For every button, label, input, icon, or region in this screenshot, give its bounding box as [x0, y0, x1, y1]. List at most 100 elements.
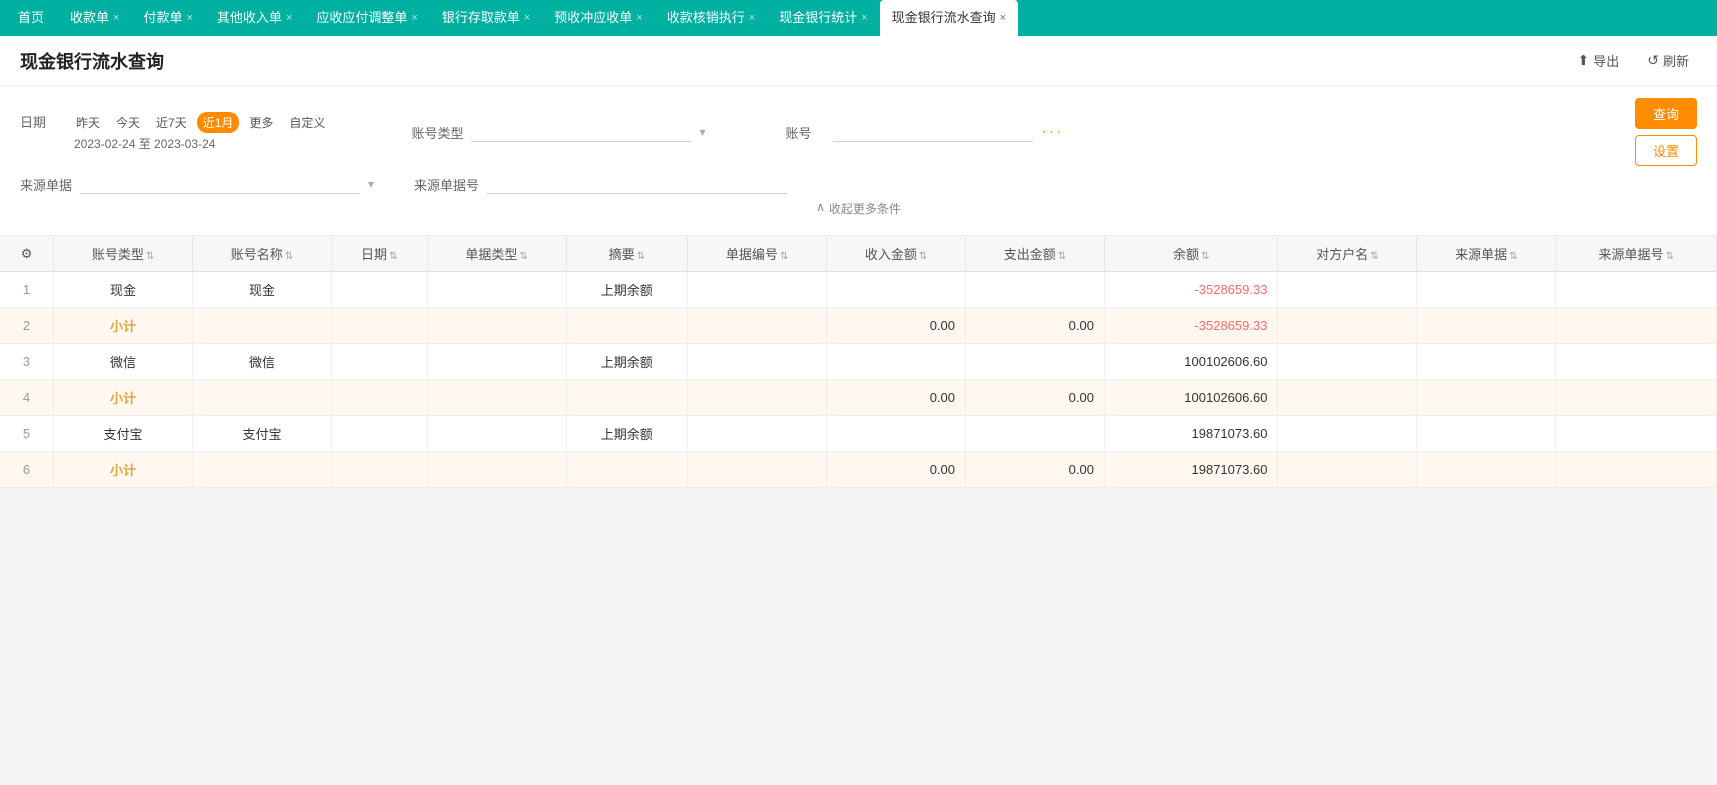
col-source-doc-no[interactable]: 来源单据号⇅ [1556, 236, 1717, 272]
sort-icon: ⇅ [146, 251, 154, 262]
row-number: 4 [0, 380, 54, 416]
page-header: 现金银行流水查询 ⬆ 导出 ↺ 刷新 [0, 36, 1717, 86]
sort-icon: ⇅ [1058, 251, 1066, 262]
data-table-container: ⚙ 账号类型⇅ 账号名称⇅ 日期⇅ 单据类型⇅ 摘要⇅ 单据编号 [0, 236, 1717, 488]
date-btn-7days[interactable]: 近7天 [150, 112, 193, 133]
cell-summary: 上期余额 [566, 416, 688, 452]
col-summary[interactable]: 摘要⇅ [566, 236, 688, 272]
gear-icon: ⚙ [21, 246, 33, 261]
cell-doc-no [688, 380, 827, 416]
table-row: 6小计0.000.0019871073.60 [0, 452, 1717, 488]
date-buttons: 昨天 今天 近7天 近1月 更多 自定义 [70, 112, 331, 133]
date-range-display: 2023-02-24 至 2023-03-24 [74, 135, 331, 152]
close-icon[interactable]: × [411, 0, 417, 36]
query-button[interactable]: 查询 [1635, 98, 1697, 129]
account-more-icon[interactable]: ··· [1041, 123, 1063, 141]
col-account-name[interactable]: 账号名称⇅ [193, 236, 332, 272]
row-number: 3 [0, 344, 54, 380]
col-account-type[interactable]: 账号类型⇅ [54, 236, 193, 272]
date-btn-more[interactable]: 更多 [243, 112, 279, 133]
cell-summary: 上期余额 [566, 272, 688, 308]
date-btn-yesterday[interactable]: 昨天 [70, 112, 106, 133]
cell-summary [566, 380, 688, 416]
collapse-icon: ∧ [816, 200, 825, 217]
nav-tab-payments[interactable]: 付款单 × [131, 0, 204, 36]
table-row: 2小计0.000.00-3528659.33 [0, 308, 1717, 344]
account-type-dropdown-icon[interactable]: ▾ [699, 125, 705, 139]
cell-source-doc [1417, 380, 1556, 416]
cell-counterparty [1278, 380, 1417, 416]
close-icon[interactable]: × [113, 0, 119, 36]
col-gear[interactable]: ⚙ [0, 236, 54, 272]
sort-icon: ⇅ [389, 251, 397, 262]
sort-icon: ⇅ [780, 251, 788, 262]
date-btn-custom[interactable]: 自定义 [283, 112, 331, 133]
cell-doc-type [427, 308, 566, 344]
cell-source-doc-no [1556, 416, 1717, 452]
filter-row-2: 来源单据 ▾ 来源单据号 [20, 174, 1697, 194]
nav-tab-receipts[interactable]: 收款单 × [58, 0, 131, 36]
col-doc-no[interactable]: 单据编号⇅ [688, 236, 827, 272]
close-icon[interactable]: × [861, 0, 867, 36]
collapse-bar[interactable]: ∧ 收起更多条件 [20, 194, 1697, 223]
close-icon[interactable]: × [286, 0, 292, 36]
col-balance[interactable]: 余额⇅ [1104, 236, 1278, 272]
cell-balance: -3528659.33 [1104, 272, 1278, 308]
close-icon[interactable]: × [186, 0, 192, 36]
nav-tab-receipt-verify[interactable]: 收款核销执行 × [655, 0, 767, 36]
sort-icon: ⇅ [1201, 251, 1209, 262]
cell-summary: 上期余额 [566, 344, 688, 380]
sort-icon: ⇅ [285, 251, 293, 262]
refresh-button[interactable]: ↺ 刷新 [1639, 47, 1697, 74]
nav-home[interactable]: 首页 [4, 0, 58, 36]
source-doc-number-label: 来源单据号 [414, 175, 479, 194]
cell-income: 0.00 [827, 308, 966, 344]
cell-balance: 100102606.60 [1104, 344, 1278, 380]
nav-tab-other-income[interactable]: 其他收入单 × [205, 0, 304, 36]
cell-counterparty [1278, 344, 1417, 380]
col-date[interactable]: 日期⇅ [331, 236, 427, 272]
row-number: 1 [0, 272, 54, 308]
sort-icon: ⇅ [637, 251, 645, 262]
sort-icon: ⇅ [1509, 251, 1517, 262]
col-expense[interactable]: 支出金额⇅ [966, 236, 1105, 272]
account-type-input[interactable] [471, 122, 691, 142]
cell-doc-no [688, 452, 827, 488]
account-input[interactable] [833, 122, 1033, 142]
top-navigation: 首页 收款单 × 付款单 × 其他收入单 × 应收应付调整单 × 银行存取款单 … [0, 0, 1717, 36]
cell-counterparty [1278, 308, 1417, 344]
col-source-doc[interactable]: 来源单据⇅ [1417, 236, 1556, 272]
nav-tab-cash-stats[interactable]: 现金银行统计 × [767, 0, 879, 36]
source-doc-number-input[interactable] [487, 174, 787, 194]
col-income[interactable]: 收入金额⇅ [827, 236, 966, 272]
close-icon[interactable]: × [636, 0, 642, 36]
date-btn-1month[interactable]: 近1月 [197, 112, 240, 133]
nav-tab-cash-flow-query[interactable]: 现金银行流水查询 × [880, 0, 1018, 36]
nav-tab-bank-deposit[interactable]: 银行存取款单 × [430, 0, 542, 36]
settings-button[interactable]: 设置 [1635, 135, 1697, 166]
col-doc-type[interactable]: 单据类型⇅ [427, 236, 566, 272]
close-icon[interactable]: × [749, 0, 755, 36]
close-icon[interactable]: × [1000, 0, 1006, 36]
nav-tab-prepaid-offset[interactable]: 预收冲应收单 × [542, 0, 654, 36]
header-actions: ⬆ 导出 ↺ 刷新 [1570, 47, 1698, 74]
sort-icon: ⇅ [1370, 251, 1378, 262]
cell-account-name [193, 452, 332, 488]
source-doc-input[interactable] [80, 174, 360, 194]
cell-account-name [193, 308, 332, 344]
sort-icon: ⇅ [919, 251, 927, 262]
cell-balance: 19871073.60 [1104, 452, 1278, 488]
nav-tab-ar-ap-adjust[interactable]: 应收应付调整单 × [304, 0, 429, 36]
cell-doc-no [688, 344, 827, 380]
cell-source-doc-no [1556, 344, 1717, 380]
col-counterparty[interactable]: 对方户名⇅ [1278, 236, 1417, 272]
cell-account-name: 微信 [193, 344, 332, 380]
cell-date [331, 272, 427, 308]
account-label: 账号 [785, 123, 825, 142]
cell-account-name: 支付宝 [193, 416, 332, 452]
source-doc-dropdown-icon[interactable]: ▾ [368, 177, 374, 191]
export-button[interactable]: ⬆ 导出 [1570, 47, 1628, 74]
cell-counterparty [1278, 416, 1417, 452]
date-btn-today[interactable]: 今天 [110, 112, 146, 133]
close-icon[interactable]: × [524, 0, 530, 36]
